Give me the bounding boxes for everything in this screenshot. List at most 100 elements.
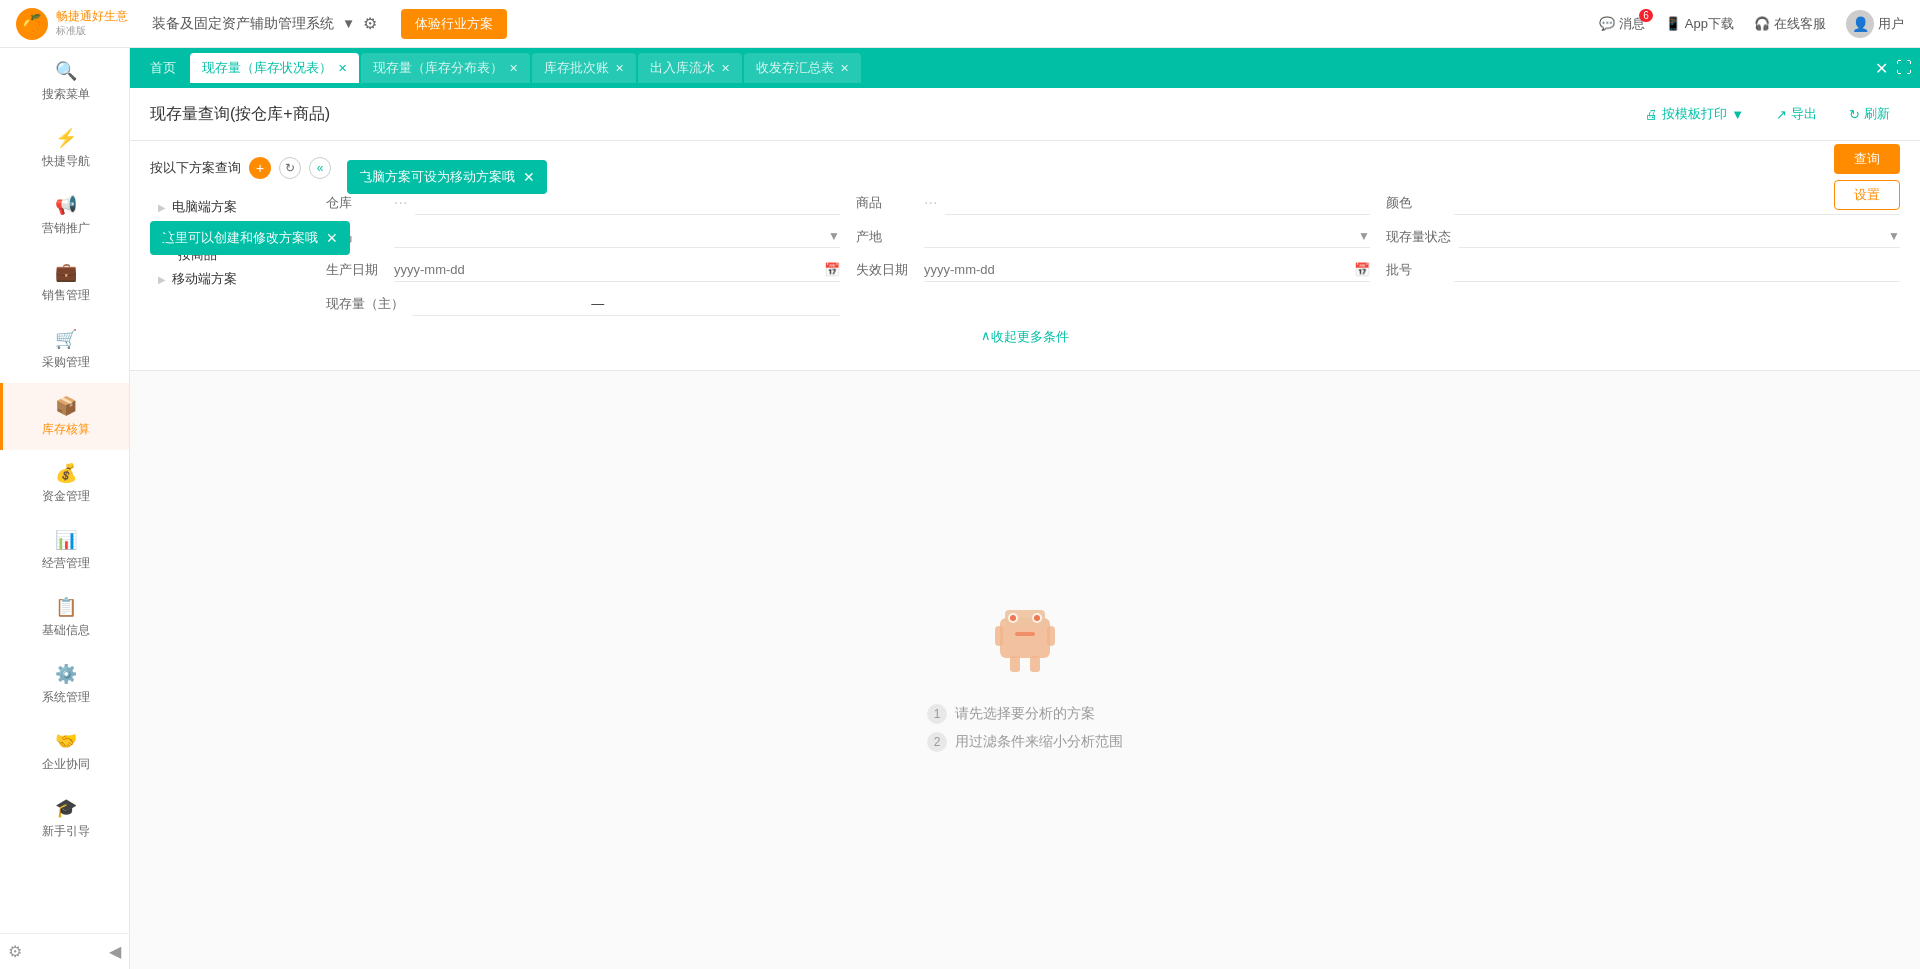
tab-batch-close[interactable]: ✕ [615, 62, 624, 75]
svg-point-5 [1034, 615, 1040, 621]
sidebar-collapse-button[interactable]: ◀ [109, 942, 121, 961]
tab-inventory-status-label: 现存量（库存状况表） [202, 59, 332, 77]
stock-main-from[interactable] [412, 296, 583, 311]
svg-rect-9 [1010, 656, 1020, 672]
header-actions: 🖨 按模板打印 ▼ ↗ 导出 ↻ 刷新 [1635, 100, 1900, 128]
sidebar-settings-button[interactable]: ⚙ [8, 942, 22, 961]
filter-header: 按以下方案查询 + ↻ « 电脑方案可设为移动方案哦 ✕ [150, 157, 1900, 179]
filter-add-button[interactable]: + [249, 157, 271, 179]
empty-tip-1: 1 请先选择要分析的方案 [927, 704, 1123, 724]
tab-bar: 首页 现存量（库存状况表） ✕ 现存量（库存分布表） ✕ 库存批次账 ✕ 出入库… [130, 48, 1920, 88]
marketing-icon: 📢 [55, 194, 77, 216]
message-item[interactable]: 💬 消息 6 [1599, 15, 1645, 33]
expire-date-input[interactable] [924, 262, 1354, 277]
sidebar-item-search[interactable]: 🔍 搜索菜单 [0, 48, 129, 115]
sidebar-label-operations: 经营管理 [42, 555, 90, 572]
tab-batch[interactable]: 库存批次账 ✕ [532, 53, 636, 83]
refresh-button[interactable]: ↻ 刷新 [1839, 100, 1900, 128]
warehouse-value[interactable] [415, 191, 840, 215]
filter-label: 按以下方案查询 [150, 159, 241, 177]
sidebar-item-system[interactable]: ⚙️ 系统管理 [0, 651, 129, 718]
sales-icon: 💼 [55, 261, 77, 283]
headset-icon: 🎧 [1754, 16, 1770, 31]
filter-back-button[interactable]: « [309, 157, 331, 179]
filter-refresh-button[interactable]: ↻ [279, 157, 301, 179]
tab-inventory-status-close[interactable]: ✕ [338, 62, 347, 75]
sidebar-item-marketing[interactable]: 📢 营销推广 [0, 182, 129, 249]
sidebar-item-inventory[interactable]: 📦 库存核算 [0, 383, 129, 450]
print-label: 按模板打印 [1662, 105, 1727, 123]
online-support-item[interactable]: 🎧 在线客服 [1754, 15, 1826, 33]
system-gear-button[interactable]: ⚙ [363, 14, 377, 33]
cooperation-icon: 🤝 [55, 730, 77, 752]
sidebar-item-quicknav[interactable]: ⚡ 快捷导航 [0, 115, 129, 182]
print-icon: 🖨 [1645, 107, 1658, 122]
scheme-pc[interactable]: ▶ 电脑端方案 [150, 195, 310, 219]
stock-main-dash: — [591, 296, 604, 311]
stock-status-label: 现存量状态 [1386, 228, 1451, 246]
field-prod-date: 生产日期 📅 [326, 258, 840, 282]
field-stock-status: 现存量状态 ▼ [1386, 225, 1900, 248]
system-icon: ⚙️ [55, 663, 77, 685]
tab-inout-flow-close[interactable]: ✕ [721, 62, 730, 75]
tooltip-create: 这里可以创建和修改方案哦 ✕ [150, 221, 350, 255]
empty-tip-2: 2 用过滤条件来缩小分析范围 [927, 732, 1123, 752]
tab-inventory-dist-close[interactable]: ✕ [509, 62, 518, 75]
trial-button[interactable]: 体验行业方案 [401, 9, 507, 39]
prod-date-cal-icon[interactable]: 📅 [824, 262, 840, 277]
system-select-button[interactable]: ▼ [342, 16, 355, 31]
scheme-mobile-label: 移动端方案 [172, 270, 237, 288]
svg-rect-8 [1047, 626, 1055, 646]
expire-date-cal-icon[interactable]: 📅 [1354, 262, 1370, 277]
user-item[interactable]: 👤 用户 [1846, 10, 1904, 38]
export-button[interactable]: ↗ 导出 [1766, 100, 1827, 128]
sidebar-item-sales[interactable]: 💼 销售管理 [0, 249, 129, 316]
empty-illustration [975, 588, 1075, 688]
stock-main-to[interactable] [612, 296, 783, 311]
logo-area: 🍊 畅捷通好生意 标准版 [16, 8, 128, 40]
product-value[interactable] [945, 191, 1370, 215]
filter-fields: 仓库 ··· 商品 ··· 颜色 [326, 191, 1900, 320]
message-icon: 💬 [1599, 16, 1615, 31]
tip-text-2: 用过滤条件来缩小分析范围 [955, 733, 1123, 751]
tab-inout-flow[interactable]: 出入库流水 ✕ [638, 53, 742, 83]
print-button[interactable]: 🖨 按模板打印 ▼ [1635, 100, 1754, 128]
origin-chevron: ▼ [1358, 229, 1370, 243]
tab-summary-label: 收发存汇总表 [756, 59, 834, 77]
prod-date-label: 生产日期 [326, 261, 386, 279]
sidebar-item-guide[interactable]: 🎓 新手引导 [0, 785, 129, 852]
filter-row-1: 仓库 ··· 商品 ··· 颜色 [326, 191, 1900, 215]
sidebar-item-cooperation[interactable]: 🤝 企业协同 [0, 718, 129, 785]
origin-select[interactable]: ▼ [924, 225, 1370, 248]
window-close-button[interactable]: ✕ [1875, 59, 1888, 78]
tab-home[interactable]: 首页 [138, 53, 188, 83]
tab-inventory-status[interactable]: 现存量（库存状况表） ✕ [190, 53, 359, 83]
tooltip-scheme-text: 电脑方案可设为移动方案哦 [359, 168, 515, 186]
tooltip-scheme-close[interactable]: ✕ [523, 169, 535, 185]
prod-date-input[interactable] [394, 262, 824, 277]
query-button[interactable]: 查询 [1834, 144, 1900, 174]
settings-button[interactable]: 设置 [1834, 180, 1900, 210]
sidebar-item-finance[interactable]: 💰 资金管理 [0, 450, 129, 517]
app-download-item[interactable]: 📱 App下载 [1665, 15, 1734, 33]
tooltip-create-close[interactable]: ✕ [326, 230, 338, 246]
stock-status-select[interactable]: ▼ [1459, 225, 1900, 248]
expire-date-input-wrap: 📅 [924, 258, 1370, 282]
tab-summary[interactable]: 收发存汇总表 ✕ [744, 53, 861, 83]
size-select[interactable]: ▼ [394, 225, 840, 248]
scheme-pc-arrow: ▶ [158, 202, 166, 213]
stock-main-range: — [412, 292, 840, 316]
brand-info: 畅捷通好生意 标准版 [56, 9, 128, 39]
sidebar-item-purchase[interactable]: 🛒 采购管理 [0, 316, 129, 383]
sidebar-item-basic[interactable]: 📋 基础信息 [0, 584, 129, 651]
batch-value[interactable] [1454, 258, 1900, 282]
window-maximize-button[interactable]: ⛶ [1896, 59, 1912, 78]
sidebar-label-basic: 基础信息 [42, 622, 90, 639]
tab-summary-close[interactable]: ✕ [840, 62, 849, 75]
scheme-mobile[interactable]: ▶ 移动端方案 [150, 267, 310, 291]
sidebar-item-operations[interactable]: 📊 经营管理 [0, 517, 129, 584]
collapse-bar[interactable]: ∧ 收起更多条件 [150, 320, 1900, 354]
export-icon: ↗ [1776, 107, 1787, 122]
top-header: 🍊 畅捷通好生意 标准版 装备及固定资产辅助管理系统 ▼ ⚙ 体验行业方案 💬 … [0, 0, 1920, 48]
tab-inventory-dist[interactable]: 现存量（库存分布表） ✕ [361, 53, 530, 83]
